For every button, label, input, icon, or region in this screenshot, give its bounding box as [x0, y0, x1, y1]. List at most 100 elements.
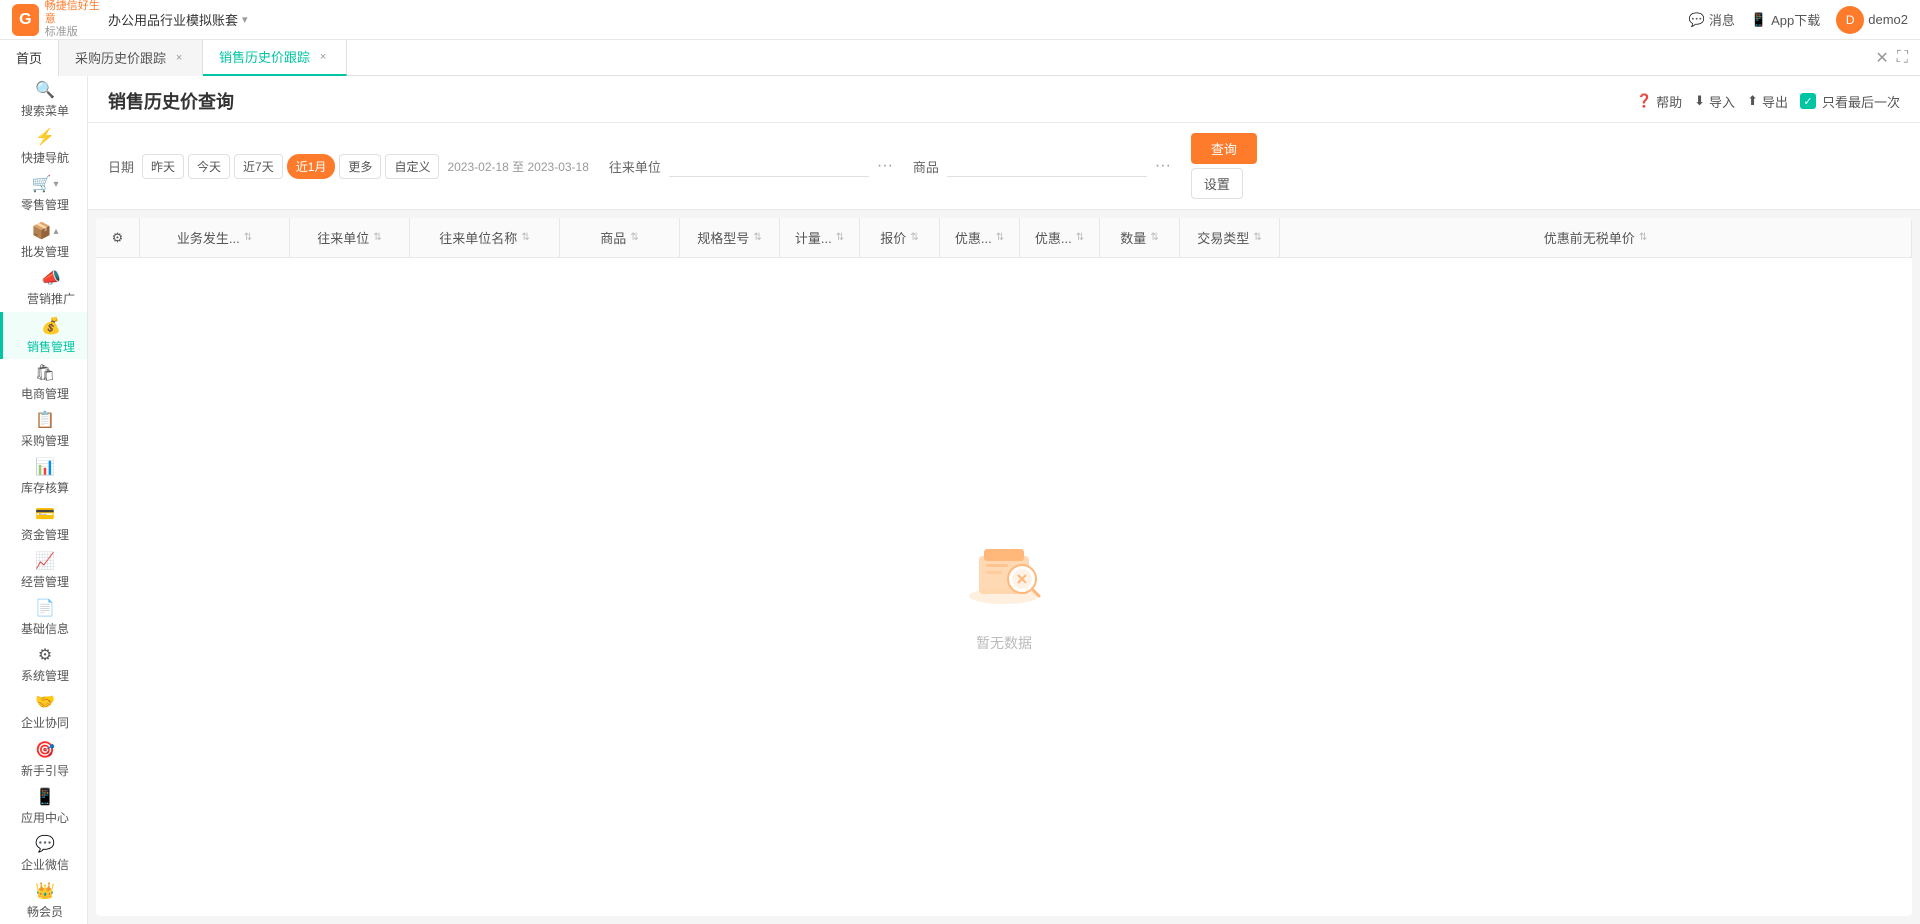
th-trade-type[interactable]: 交易类型 ⇅: [1180, 218, 1280, 257]
sidebar-item-marketing[interactable]: 📣 营销推广: [0, 264, 87, 311]
dropdown-arrow-icon: ▾: [242, 13, 248, 26]
settings-button[interactable]: 设置: [1191, 168, 1243, 199]
sidebar-item-sales-mgmt[interactable]: 💰 销售管理: [0, 312, 87, 359]
wholesale-icon: 📦: [32, 221, 52, 241]
partner-label: 往来单位: [609, 157, 661, 176]
partner-input[interactable]: [669, 155, 869, 177]
tab-sales-close[interactable]: ×: [316, 50, 330, 64]
th-settings[interactable]: ⚙: [96, 218, 140, 257]
tab-close-all-icon[interactable]: ✕: [1875, 48, 1888, 68]
query-button[interactable]: 查询: [1191, 133, 1257, 164]
sidebar-item-label: 库存核算: [21, 479, 69, 496]
import-button[interactable]: ⬇ 导入: [1694, 92, 1735, 111]
sidebar-item-purchase-mgmt[interactable]: 📋 采购管理: [0, 406, 87, 453]
th-last-col[interactable]: 优惠前无税单价 ⇅: [1280, 218, 1912, 257]
sidebar-item-label: 批发管理: [21, 243, 69, 260]
sidebar-item-basic-info[interactable]: 📄 基础信息: [0, 594, 87, 641]
sidebar-item-wholesale[interactable]: 📦 ▴ 批发管理: [0, 217, 87, 264]
sidebar-item-label: 销售管理: [27, 338, 75, 355]
sidebar-item-finance[interactable]: 💳 资金管理: [0, 500, 87, 547]
tab-sales[interactable]: 销售历史价跟踪 ×: [203, 40, 347, 76]
product-input[interactable]: [947, 155, 1147, 177]
user-avatar-button[interactable]: D demo2: [1836, 6, 1908, 34]
sidebar-item-label: 企业协同: [21, 714, 69, 731]
sort-icon: ⇅: [373, 232, 381, 243]
top-bar: G 畅捷信好生意 标准版 办公用品行业模拟账套 ▾ 💬 消息 📱 App下载 D…: [0, 0, 1920, 40]
wechat-icon: 💬: [35, 834, 55, 854]
tab-maximize-icon[interactable]: ⛶: [1897, 49, 1908, 67]
sidebar-item-wechat[interactable]: 💬 企业微信: [0, 830, 87, 877]
app-download-button[interactable]: 📱 App下载: [1751, 10, 1820, 29]
help-button[interactable]: ❓ 帮助: [1636, 92, 1682, 111]
th-biz-label: 业务发生...: [177, 228, 240, 247]
purchase-icon: 📋: [35, 410, 55, 430]
date-label: 日期: [108, 157, 134, 176]
sidebar-item-label: 采购管理: [21, 432, 69, 449]
sort-icon: ⇅: [630, 232, 638, 243]
tab-bar: 首页 采购历史价跟踪 × 销售历史价跟踪 × ✕ ⛶: [0, 40, 1920, 76]
date-filter-group: 日期 昨天 今天 近7天 近1月 更多 自定义 2023-02-18 至 202…: [108, 154, 589, 179]
empty-state: 暂无数据: [96, 258, 1912, 916]
partner-dots-icon[interactable]: ···: [877, 157, 893, 175]
only-latest-toggle[interactable]: ✓ 只看最后一次: [1800, 92, 1900, 111]
sort-icon: ⇅: [1639, 232, 1647, 243]
sidebar-item-quick-nav[interactable]: ⚡ 快捷导航: [0, 123, 87, 170]
sort-icon: ⇅: [996, 232, 1004, 243]
th-unit[interactable]: 计量... ⇅: [780, 218, 860, 257]
empty-text: 暂无数据: [976, 633, 1032, 653]
sidebar-item-system[interactable]: ⚙ 系统管理: [0, 641, 87, 688]
date-btn-yesterday[interactable]: 昨天: [142, 154, 184, 179]
sidebar-item-search[interactable]: 🔍 搜索菜单: [0, 76, 87, 123]
th-qty[interactable]: 数量 ⇅: [1100, 218, 1180, 257]
chevron-down-icon: ▾: [53, 179, 58, 190]
sort-icon: ⇅: [753, 232, 761, 243]
date-btn-7days[interactable]: 近7天: [234, 154, 283, 179]
sidebar-item-guide[interactable]: 🎯 新手引导: [0, 736, 87, 783]
th-partner-code[interactable]: 往来单位 ⇅: [290, 218, 410, 257]
ecommerce-icon: 🛍: [35, 363, 55, 383]
sidebar-item-ecommerce[interactable]: 🛍 电商管理: [0, 359, 87, 406]
th-partner-code-label: 往来单位: [317, 228, 369, 247]
th-biz-date[interactable]: 业务发生... ⇅: [140, 218, 290, 257]
retail-section: 🛒 ▾: [32, 174, 59, 194]
th-product[interactable]: 商品 ⇅: [560, 218, 680, 257]
workspace-label: 办公用品行业模拟账套: [108, 10, 238, 29]
date-btn-more[interactable]: 更多: [339, 154, 381, 179]
tab-home[interactable]: 首页: [0, 40, 59, 76]
sidebar-item-retail[interactable]: 🛒 ▾ 零售管理: [0, 170, 87, 217]
th-qty-label: 数量: [1120, 228, 1146, 247]
sidebar-item-enterprise[interactable]: 🤝 企业协同: [0, 688, 87, 735]
sidebar-item-app-center[interactable]: 📱 应用中心: [0, 783, 87, 830]
sidebar-item-label: 营销推广: [27, 290, 75, 307]
sidebar: 🔍 搜索菜单 ⚡ 快捷导航 🛒 ▾ 零售管理 📦 ▴ 批发管理 📣 营销推广: [0, 76, 88, 924]
logo-area: G 畅捷信好生意 标准版: [12, 0, 100, 39]
tab-home-label: 首页: [16, 48, 42, 67]
date-btn-custom[interactable]: 自定义: [385, 154, 439, 179]
th-price-label: 报价: [880, 228, 906, 247]
th-spec[interactable]: 规格型号 ⇅: [680, 218, 780, 257]
import-icon: ⬇: [1694, 93, 1705, 109]
main-layout: 🔍 搜索菜单 ⚡ 快捷导航 🛒 ▾ 零售管理 📦 ▴ 批发管理 📣 营销推广: [0, 76, 1920, 924]
sort-icon: ⇅: [1150, 232, 1158, 243]
th-product-label: 商品: [600, 228, 626, 247]
th-discount2[interactable]: 优惠... ⇅: [1020, 218, 1100, 257]
date-btn-today[interactable]: 今天: [188, 154, 230, 179]
tab-purchase[interactable]: 采购历史价跟踪 ×: [59, 40, 203, 76]
sort-icon: ⇅: [836, 232, 844, 243]
sidebar-item-member[interactable]: 👑 畅会员: [0, 877, 87, 924]
sidebar-item-inventory[interactable]: 📊 库存核算: [0, 453, 87, 500]
tab-purchase-close[interactable]: ×: [172, 51, 186, 65]
export-button[interactable]: ⬆ 导出: [1747, 92, 1788, 111]
workspace-dropdown[interactable]: 办公用品行业模拟账套 ▾: [108, 10, 248, 29]
sidebar-item-operations[interactable]: 📈 经营管理: [0, 547, 87, 594]
product-dots-icon[interactable]: ···: [1155, 157, 1171, 175]
message-button[interactable]: 💬 消息: [1689, 10, 1735, 29]
date-btn-1month[interactable]: 近1月: [287, 154, 336, 179]
th-price[interactable]: 报价 ⇅: [860, 218, 940, 257]
th-discount1[interactable]: 优惠... ⇅: [940, 218, 1020, 257]
table-container: ⚙ 业务发生... ⇅ 往来单位 ⇅ 往来单位名称 ⇅ 商品 ⇅: [96, 218, 1912, 916]
th-partner-name[interactable]: 往来单位名称 ⇅: [410, 218, 560, 257]
sort-icon: ⇅: [1076, 232, 1084, 243]
page-title: 销售历史价查询: [108, 88, 234, 114]
export-icon: ⬆: [1747, 93, 1758, 109]
